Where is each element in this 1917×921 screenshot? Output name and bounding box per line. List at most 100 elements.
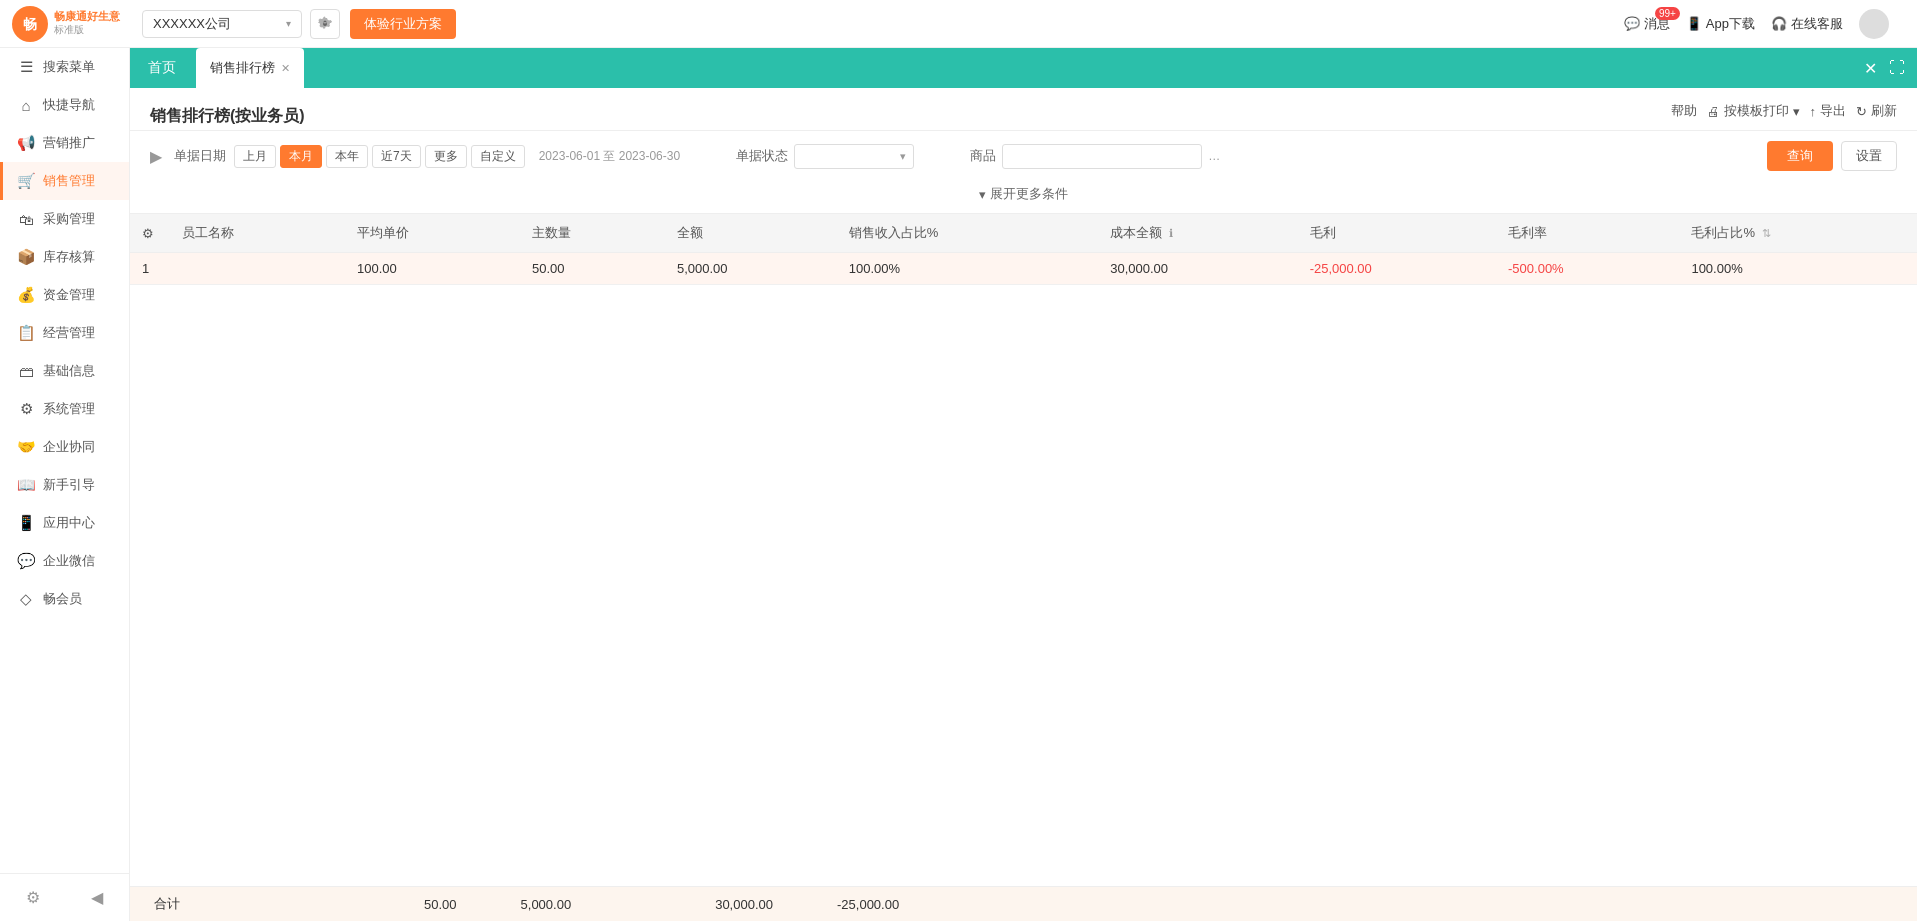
apps-icon: 📱 [17, 514, 35, 532]
logo-subtitle: 标准版 [54, 23, 120, 37]
goods-input[interactable] [1002, 144, 1202, 169]
table-body: 1 100.00 50.00 5,000.00 100.00% 30,000.0… [130, 253, 1917, 285]
quick-nav-icon: ⌂ [17, 97, 35, 114]
chevron-down-icon: ▾ [286, 18, 291, 29]
sidebar-item-finance[interactable]: 💰 资金管理 [0, 276, 129, 314]
settings-icon[interactable]: ⚙ [142, 226, 154, 241]
query-button[interactable]: 查询 [1767, 141, 1833, 171]
action-buttons-area: 查询 设置 [1767, 141, 1897, 171]
th-profit-rate: 毛利率 [1496, 214, 1679, 253]
expand-conditions-button[interactable]: ▾ 展开更多条件 [979, 185, 1068, 203]
tab-label-sales-ranking: 销售排行榜 [210, 59, 275, 77]
tab-home[interactable]: 首页 [130, 48, 194, 88]
company-selector[interactable]: XXXXXX公司 ▾ [142, 10, 302, 38]
print-label: 按模板打印 [1724, 102, 1789, 120]
footer-qty: 50.00 [412, 897, 469, 912]
cell-avg-price: 100.00 [345, 253, 520, 285]
status-select[interactable] [794, 144, 914, 169]
sidebar-item-label-wechat: 企业微信 [43, 552, 95, 570]
sidebar-item-business[interactable]: 📋 经营管理 [0, 314, 129, 352]
sidebar-item-quick-nav[interactable]: ⌂ 快捷导航 [0, 86, 129, 124]
th-qty: 主数量 [520, 214, 665, 253]
business-icon: 📋 [17, 324, 35, 342]
sidebar-item-sales[interactable]: 🛒 销售管理 [0, 162, 129, 200]
headset-icon: 🎧 [1771, 16, 1787, 31]
date-label: 单据日期 [174, 147, 226, 165]
status-filter-group: 单据状态 [736, 144, 914, 169]
logo-icon: 畅 [12, 6, 48, 42]
cell-rank: 1 [130, 253, 170, 285]
sidebar-item-collab[interactable]: 🤝 企业协同 [0, 428, 129, 466]
expand-label: 展开更多条件 [990, 185, 1068, 203]
date-btn-last-month[interactable]: 上月 [234, 145, 276, 168]
app-download-button[interactable]: 📱 App下载 [1686, 15, 1755, 33]
tab-maximize-icon[interactable]: ⛶ [1885, 55, 1909, 81]
table-settings-button[interactable]: 设置 [1841, 141, 1897, 171]
sidebar-item-purchase[interactable]: 🛍 采购管理 [0, 200, 129, 238]
date-btn-custom[interactable]: 自定义 [471, 145, 525, 168]
export-icon: ↑ [1810, 104, 1817, 119]
settings-bottom-icon[interactable]: ⚙ [20, 882, 46, 913]
date-btn-this-month[interactable]: 本月 [280, 145, 322, 168]
sales-ranking-table: ⚙ 员工名称 平均单价 主数量 全额 销售收入占比% 成本全额 ℹ 毛利 [130, 214, 1917, 285]
cost-info-icon[interactable]: ℹ [1169, 227, 1173, 239]
marketing-icon: 📢 [17, 134, 35, 152]
goods-more-icon[interactable]: … [1208, 149, 1220, 163]
inventory-icon: 📦 [17, 248, 35, 266]
refresh-icon: ↻ [1856, 104, 1867, 119]
cell-profit: -25,000.00 [1298, 253, 1496, 285]
avatar[interactable] [1859, 9, 1889, 39]
messages-button[interactable]: 💬 消息 99+ [1624, 15, 1670, 33]
date-btn-more[interactable]: 更多 [425, 145, 467, 168]
export-button[interactable]: ↑ 导出 [1810, 102, 1847, 120]
date-range-text: 2023-06-01 至 2023-06-30 [539, 148, 680, 165]
sidebar-item-label-finance: 资金管理 [43, 286, 95, 304]
footer-cost: 30,000.00 [703, 897, 785, 912]
logo-title: 畅康通好生意 [54, 10, 120, 23]
print-button[interactable]: 🖨 按模板打印 ▾ [1707, 102, 1800, 120]
message-badge: 99+ [1655, 7, 1680, 20]
top-bar: 畅 畅康通好生意 标准版 XXXXXX公司 ▾ 体验行业方案 💬 消息 99+ [0, 0, 1917, 48]
date-btn-7days[interactable]: 近7天 [372, 145, 421, 168]
page-actions: 帮助 🖨 按模板打印 ▾ ↑ 导出 ↻ 刷新 [1671, 102, 1898, 130]
sidebar-item-inventory[interactable]: 📦 库存核算 [0, 238, 129, 276]
top-right-area: 💬 消息 99+ 📱 App下载 🎧 在线客服 [1624, 9, 1905, 39]
filter-expand-icon[interactable]: ▶ [150, 147, 162, 166]
print-chevron-icon: ▾ [1793, 104, 1800, 119]
cell-profit-rate: -500.00% [1496, 253, 1679, 285]
sidebar-item-search-order[interactable]: ☰ 搜索菜单 [0, 48, 129, 86]
profit-pct-sort-icon[interactable]: ⇅ [1762, 227, 1771, 239]
tab-close-icon[interactable]: ✕ [281, 62, 290, 75]
sidebar-item-wechat[interactable]: 💬 企业微信 [0, 542, 129, 580]
table-row: 1 100.00 50.00 5,000.00 100.00% 30,000.0… [130, 253, 1917, 285]
gear-button[interactable] [310, 9, 340, 39]
collab-icon: 🤝 [17, 438, 35, 456]
wechat-icon: 💬 [17, 552, 35, 570]
sidebar-item-system[interactable]: ⚙ 系统管理 [0, 390, 129, 428]
help-button[interactable]: 帮助 [1671, 102, 1697, 120]
cell-employee [170, 253, 345, 285]
refresh-label: 刷新 [1871, 102, 1897, 120]
sidebar-item-marketing[interactable]: 📢 营销推广 [0, 124, 129, 162]
footer-amount: 5,000.00 [509, 897, 584, 912]
collapse-sidebar-icon[interactable]: ◀ [85, 882, 109, 913]
content-inner: ⚙ 员工名称 平均单价 主数量 全额 销售收入占比% 成本全额 ℹ 毛利 [130, 214, 1917, 921]
sidebar-item-apps[interactable]: 📱 应用中心 [0, 504, 129, 542]
date-btn-this-year[interactable]: 本年 [326, 145, 368, 168]
tab-close-all-icon[interactable]: ✕ [1860, 55, 1881, 82]
logo-area: 畅 畅康通好生意 标准版 [12, 6, 142, 42]
sidebar-item-basic[interactable]: 🗃 基础信息 [0, 352, 129, 390]
sidebar-item-member[interactable]: ◇ 畅会员 [0, 580, 129, 618]
cell-qty: 50.00 [520, 253, 665, 285]
system-icon: ⚙ [17, 400, 35, 418]
online-service-button[interactable]: 🎧 在线客服 [1771, 15, 1843, 33]
sidebar-item-guide[interactable]: 📖 新手引导 [0, 466, 129, 504]
goods-label: 商品 [970, 147, 996, 165]
filter-row-1: ▶ 单据日期 上月 本月 本年 近7天 更多 自定义 2023-06-01 至 … [150, 141, 1897, 171]
trial-button[interactable]: 体验行业方案 [350, 9, 456, 39]
tab-bar: 首页 销售排行榜 ✕ ✕ ⛶ [130, 48, 1917, 88]
refresh-button[interactable]: ↻ 刷新 [1856, 102, 1897, 120]
table-area[interactable]: ⚙ 员工名称 平均单价 主数量 全额 销售收入占比% 成本全额 ℹ 毛利 [130, 214, 1917, 886]
tab-sales-ranking[interactable]: 销售排行榜 ✕ [196, 48, 304, 88]
sidebar-item-label-search-order: 搜索菜单 [43, 58, 95, 76]
